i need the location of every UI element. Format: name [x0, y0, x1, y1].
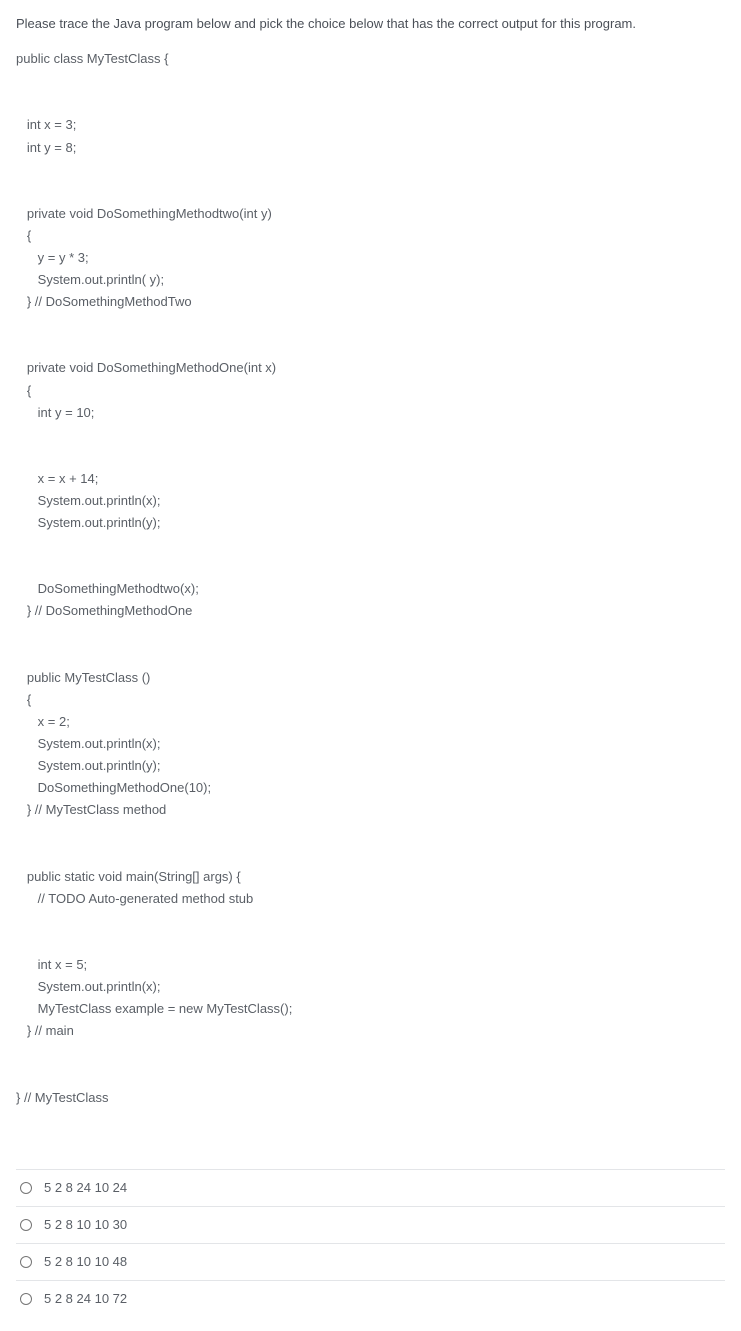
option-1-label: 5 2 8 10 10 30 [44, 1215, 127, 1235]
option-1[interactable]: 5 2 8 10 10 30 [16, 1206, 725, 1243]
option-2-label: 5 2 8 10 10 48 [44, 1252, 127, 1272]
option-3-radio[interactable] [20, 1293, 32, 1305]
option-2[interactable]: 5 2 8 10 10 48 [16, 1243, 725, 1280]
option-2-radio[interactable] [20, 1256, 32, 1268]
option-3[interactable]: 5 2 8 24 10 72 [16, 1280, 725, 1317]
option-0-radio[interactable] [20, 1182, 32, 1194]
option-0[interactable]: 5 2 8 24 10 24 [16, 1169, 725, 1206]
option-0-label: 5 2 8 24 10 24 [44, 1178, 127, 1198]
option-3-label: 5 2 8 24 10 72 [44, 1289, 127, 1309]
question-prompt: Please trace the Java program below and … [16, 14, 725, 34]
answer-options: 5 2 8 24 10 24 5 2 8 10 10 30 5 2 8 10 1… [16, 1169, 725, 1318]
option-1-radio[interactable] [20, 1219, 32, 1231]
code-snippet: public class MyTestClass { int x = 3; in… [16, 48, 725, 1109]
